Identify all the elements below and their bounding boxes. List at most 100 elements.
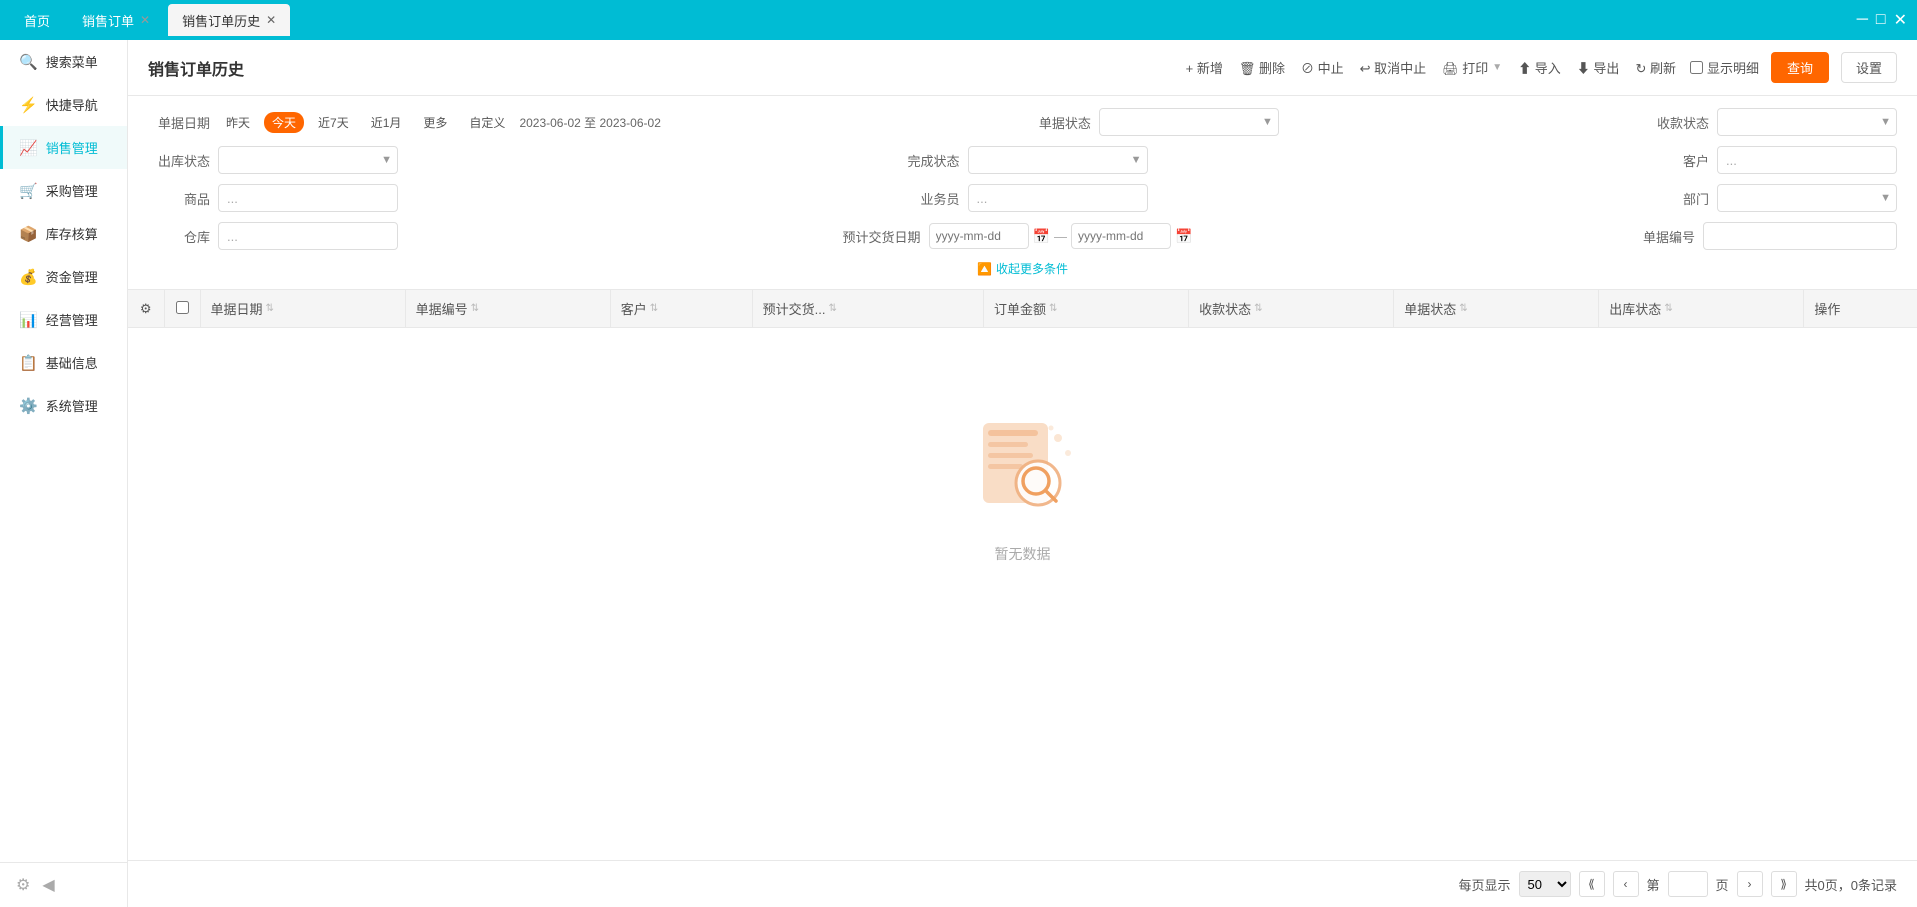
date-range-text: 2023-06-02 至 2023-06-02	[519, 114, 660, 131]
warehouse-input[interactable]: ...	[218, 222, 398, 250]
sales-mgmt-icon: 📈	[19, 139, 38, 157]
gear-icon[interactable]: ⚙	[140, 301, 152, 316]
page-label-before: 第	[1647, 875, 1660, 894]
sidebar-item-sales-mgmt[interactable]: 📈 销售管理	[0, 126, 127, 169]
outbound-status-select-wrapper: ▼	[218, 146, 398, 174]
sidebar-item-operations-label: 经营管理	[46, 310, 98, 329]
cancel-stop-btn[interactable]: ↩ 取消中止	[1358, 54, 1429, 81]
last-page-btn[interactable]: ⟫	[1771, 871, 1797, 897]
th-amount[interactable]: 订单金额 ⇅	[984, 290, 1189, 328]
th-payment-status[interactable]: 收款状态 ⇅	[1189, 290, 1394, 328]
th-settings[interactable]: ⚙	[128, 290, 164, 328]
tab-sales-order-close[interactable]: ✕	[140, 13, 150, 27]
outbound-status-select[interactable]	[218, 146, 398, 174]
order-no-input[interactable]	[1703, 222, 1897, 250]
close-btn[interactable]: ✕	[1894, 10, 1907, 30]
sidebar-item-purchase-mgmt[interactable]: 🛒 采购管理	[0, 169, 127, 212]
maximize-btn[interactable]: □	[1876, 11, 1886, 29]
page-header: 销售订单历史 + 新增 🗑 删除 ⊘ 中止 ↩ 取消中止 🖨 打印 ▼ ⬆ 导入…	[128, 40, 1917, 96]
refresh-btn[interactable]: ↻ 刷新	[1633, 54, 1678, 81]
sidebar-settings-icon[interactable]: ⚙	[16, 875, 30, 895]
sidebar-item-finance[interactable]: 💰 资金管理	[0, 255, 127, 298]
th-date[interactable]: 单据日期 ⇅	[200, 290, 405, 328]
sidebar-item-data[interactable]: 📋 基础信息	[0, 341, 127, 384]
new-btn[interactable]: + 新增	[1184, 54, 1225, 81]
completion-status-select-wrapper: ▼	[968, 146, 1148, 174]
date-tag-today[interactable]: 今天	[264, 112, 304, 133]
payment-status-sort-icon: ⇅	[1254, 303, 1262, 314]
salesperson-input[interactable]: ...	[968, 184, 1148, 212]
filter-row-4: 仓库 ... 预计交货日期 📅 — 📅 单据编号	[148, 222, 1897, 250]
display-detail-checkbox[interactable]	[1690, 61, 1703, 74]
collapse-row[interactable]: 🔼 收起更多条件	[148, 260, 1897, 277]
th-order-status[interactable]: 单据状态 ⇅	[1394, 290, 1599, 328]
order-no-sort-icon: ⇅	[471, 303, 479, 314]
prev-page-btn[interactable]: ‹	[1613, 871, 1639, 897]
date-sort-icon: ⇅	[266, 303, 274, 314]
customer-input[interactable]: ...	[1717, 146, 1897, 174]
delete-btn[interactable]: 🗑 删除	[1237, 54, 1287, 81]
tab-sales-order-history[interactable]: 销售订单历史 ✕	[168, 4, 290, 36]
tab-home[interactable]: 首页	[10, 4, 64, 36]
display-detail-toggle[interactable]: 显示明细	[1690, 58, 1759, 77]
sidebar-collapse-icon[interactable]: ◀	[42, 875, 54, 895]
finance-icon: 💰	[19, 268, 38, 286]
sidebar-item-operations[interactable]: 📊 经营管理	[0, 298, 127, 341]
per-page-label: 每页显示	[1458, 875, 1510, 894]
completion-status-select[interactable]	[968, 146, 1148, 174]
import-btn[interactable]: ⬆ 导入	[1516, 54, 1563, 81]
th-order-no[interactable]: 单据编号 ⇅	[405, 290, 610, 328]
page-input[interactable]: 1	[1668, 871, 1708, 897]
th-customer[interactable]: 客户 ⇅	[610, 290, 752, 328]
setting-btn[interactable]: 设置	[1841, 52, 1897, 83]
warehouse-label: 仓库	[148, 227, 218, 246]
th-outbound-status-label: 出库状态	[1609, 299, 1661, 318]
delivery-date-from-calendar-icon[interactable]: 📅	[1033, 228, 1050, 245]
quick-nav-icon: ⚡	[19, 96, 38, 114]
th-outbound-status[interactable]: 出库状态 ⇅	[1599, 290, 1804, 328]
delivery-date-to[interactable]	[1071, 223, 1171, 249]
payment-status-select[interactable]	[1717, 108, 1897, 136]
next-page-btn[interactable]: ›	[1737, 871, 1763, 897]
export-btn[interactable]: ⬇ 导出	[1575, 54, 1622, 81]
operations-icon: 📊	[19, 311, 38, 329]
department-select[interactable]	[1717, 184, 1897, 212]
tab-sales-order[interactable]: 销售订单 ✕	[68, 4, 164, 36]
date-label: 单据日期	[148, 113, 218, 132]
payment-status-label: 收款状态	[1647, 113, 1717, 132]
delivery-date-from[interactable]	[929, 223, 1029, 249]
pagination: 每页显示 50 20 100 ⟪ ‹ 第 1 页 › ⟫ 共0页，0条记录	[128, 860, 1917, 907]
date-tag-7days[interactable]: 近7天	[310, 112, 357, 133]
payment-status-select-wrapper: ▼	[1717, 108, 1897, 136]
order-status-select[interactable]	[1099, 108, 1279, 136]
tab-sales-order-label: 销售订单	[82, 11, 134, 30]
query-btn[interactable]: 查询	[1771, 52, 1829, 83]
date-tag-1month[interactable]: 近1月	[363, 112, 410, 133]
minimize-btn[interactable]: ─	[1857, 11, 1868, 29]
first-page-btn[interactable]: ⟪	[1579, 871, 1605, 897]
sidebar-item-search-menu[interactable]: 🔍 搜索菜单	[0, 40, 127, 83]
th-checkbox[interactable]	[164, 290, 200, 328]
date-tag-custom[interactable]: 自定义	[461, 112, 513, 133]
sidebar-item-system[interactable]: ⚙️ 系统管理	[0, 384, 127, 427]
print-btn[interactable]: 🖨 打印 ▼	[1440, 54, 1504, 81]
tab-sales-order-history-close[interactable]: ✕	[266, 13, 276, 27]
sidebar-item-purchase-mgmt-label: 采购管理	[46, 181, 98, 200]
display-detail-label: 显示明细	[1707, 58, 1759, 77]
window-controls: ─ □ ✕	[1857, 10, 1907, 30]
sidebar-item-quick-nav[interactable]: ⚡ 快捷导航	[0, 83, 127, 126]
select-all-checkbox[interactable]	[176, 301, 189, 314]
th-delivery-date[interactable]: 预计交货... ⇅	[752, 290, 983, 328]
purchase-mgmt-icon: 🛒	[19, 182, 38, 200]
delivery-date-to-calendar-icon[interactable]: 📅	[1175, 228, 1192, 245]
stop-btn[interactable]: ⊘ 中止	[1299, 54, 1346, 81]
goods-input[interactable]: ...	[218, 184, 398, 212]
date-tag-yesterday[interactable]: 昨天	[218, 112, 258, 133]
sidebar-bottom: ⚙ ◀	[0, 862, 127, 907]
date-tag-more[interactable]: 更多	[415, 112, 455, 133]
per-page-select[interactable]: 50 20 100	[1519, 871, 1571, 897]
delivery-date-label: 预计交货日期	[839, 227, 929, 246]
table-header-row: ⚙ 单据日期 ⇅ 单据编号	[128, 290, 1917, 328]
sidebar-item-inventory[interactable]: 📦 库存核算	[0, 212, 127, 255]
inventory-icon: 📦	[19, 225, 38, 243]
